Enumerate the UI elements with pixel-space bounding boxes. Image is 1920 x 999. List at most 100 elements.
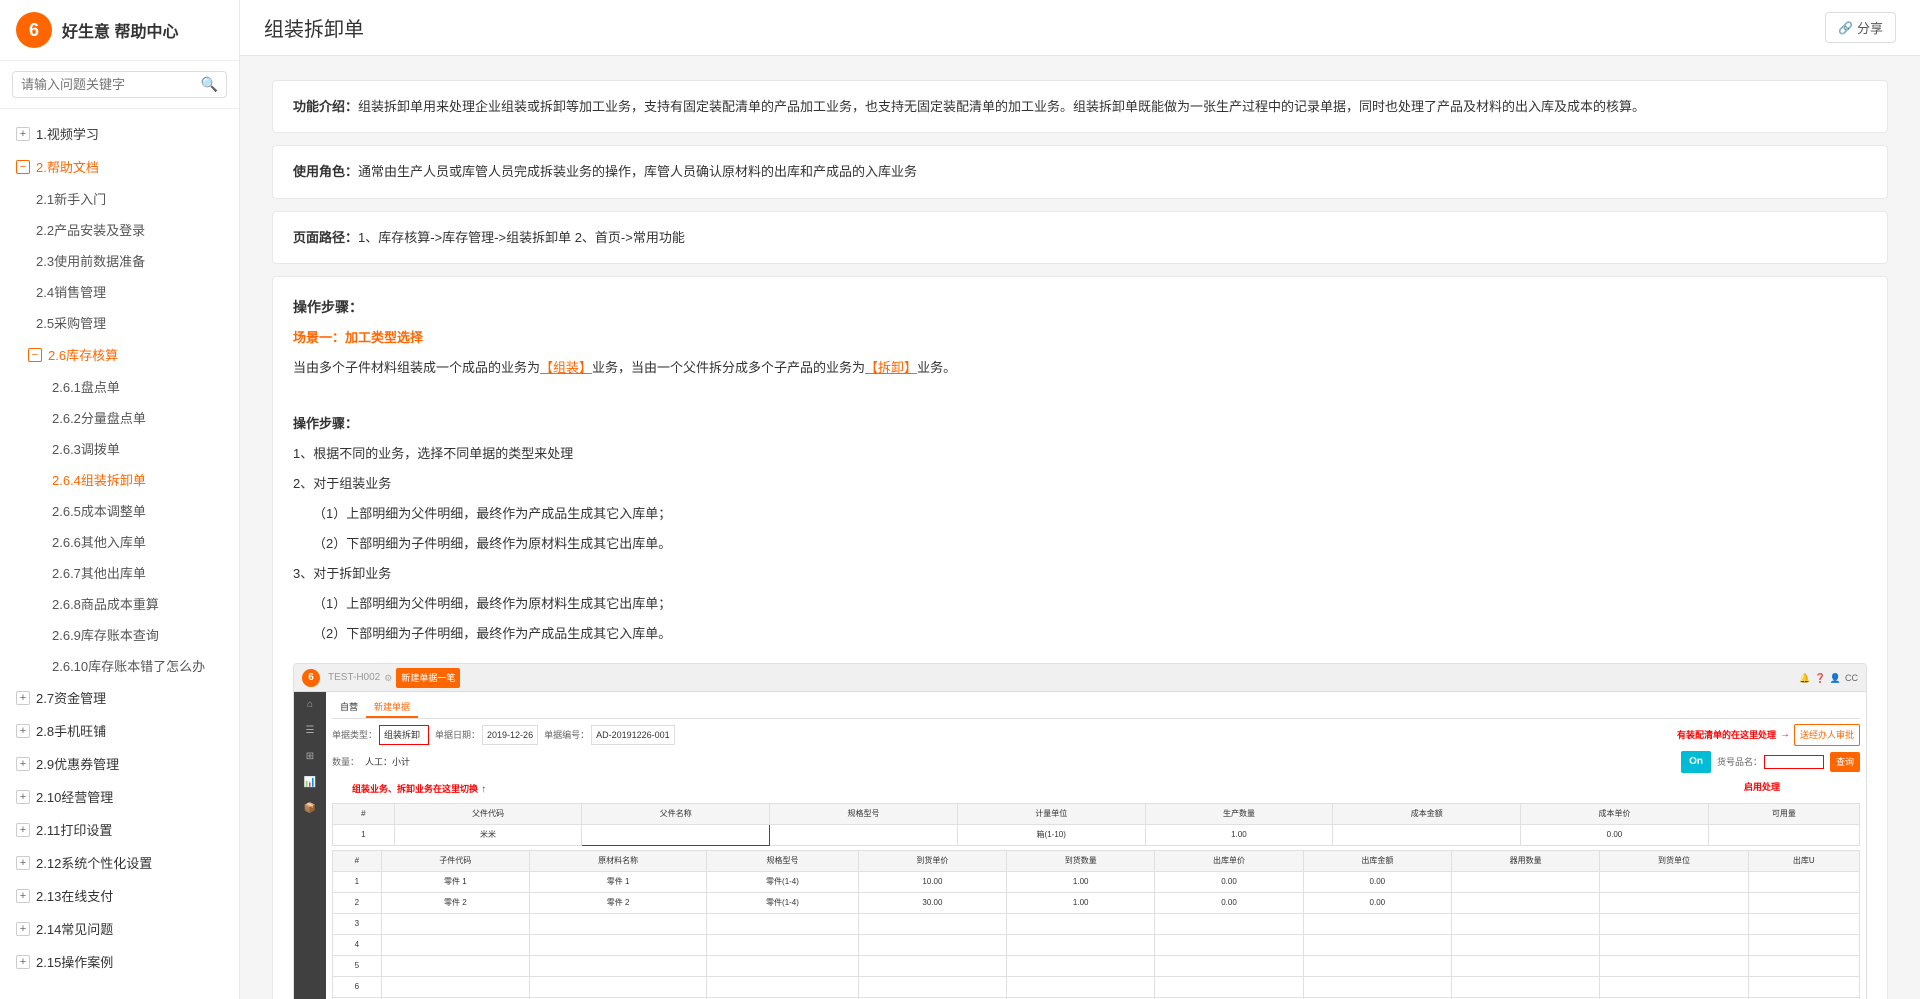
sidebar-item-count[interactable]: 2.6.1盘点单 xyxy=(0,371,239,402)
mock-new-btn: 新建单据一笔 xyxy=(396,668,460,688)
expand-icon-payment: + xyxy=(16,889,30,903)
sidebar-item-fund[interactable]: + 2.7资金管理 xyxy=(0,681,239,714)
mock-lower-row1: 1 零件 1 零件 1 零件(1-4) 10.00 1.00 0.00 0.00 xyxy=(333,872,1860,893)
sidebar-item-error[interactable]: 2.6.10库存账本错了怎么办 xyxy=(0,650,239,681)
mock-th-parent-name: 父件名称 xyxy=(582,804,770,825)
sidebar-item-faq[interactable]: + 2.14常见问题 xyxy=(0,912,239,945)
sidebar-item-data-prep[interactable]: 2.3使用前数据准备 xyxy=(0,245,239,276)
sidebar-item-cost-adjust[interactable]: 2.6.5成本调整单 xyxy=(0,495,239,526)
share-button[interactable]: 🔗 分享 xyxy=(1825,12,1896,43)
sidebar-item-video[interactable]: + 1.视频学习 xyxy=(0,117,239,150)
mock-annotation3-text: 启用处理 xyxy=(1744,778,1780,796)
expand-icon-ops: + xyxy=(16,790,30,804)
mock-browser-topbar: 6 TEST-H002 ⚙ 新建单据一笔 🔔 ❓ 👤 CC xyxy=(294,664,1866,692)
mock-browser-logo: 6 xyxy=(302,669,320,687)
app-logo-icon: 6 xyxy=(16,12,52,48)
mock-th-unit: 计量单位 xyxy=(957,804,1145,825)
mock-annotation2-text: 组装业务、拆卸业务在这里切换 xyxy=(332,784,478,794)
expand-icon-custom: + xyxy=(16,856,30,870)
mock-date-value: 2019-12-26 xyxy=(482,725,538,745)
sidebar-item-coupon[interactable]: + 2.9优惠券管理 xyxy=(0,747,239,780)
content-area: 功能介绍：组装拆卸单用来处理企业组装或拆卸等加工业务，支持有固定装配清单的产品加… xyxy=(240,56,1920,999)
mock-th-spec: 规格型号 xyxy=(770,804,958,825)
step2-sub2: （2）下部明细为子件明细，最终作为原材料生成其它出库单。 xyxy=(293,531,1867,557)
search-box: 🔍 xyxy=(0,61,239,109)
mock-lower-row4: 4 xyxy=(333,935,1860,956)
sidebar-item-print[interactable]: + 2.11打印设置 xyxy=(0,813,239,846)
mock-lth-arrival-unit: 到货单位 xyxy=(1600,851,1748,872)
mock-upper-cell-cost xyxy=(1333,825,1521,846)
expand-icon-faq: + xyxy=(16,922,30,936)
mock-upper-cell-name xyxy=(582,825,770,846)
mock-annotation1-area: 有装配清单的在这里处理 → 送经办人审批 xyxy=(1677,724,1860,746)
mock-app-content: ⌂ ☰ ⊞ 📊 📦 自营 新建单据 xyxy=(294,692,1866,999)
step3: 3、对于拆卸业务 xyxy=(293,561,1867,587)
mock-lower-row2: 2 零件 2 零件 2 零件(1-4) 30.00 1.00 0.00 0.00 xyxy=(333,893,1860,914)
sidebar-item-case[interactable]: + 2.15操作案例 xyxy=(0,945,239,978)
nav-tree: + 1.视频学习 − 2.帮助文档 2.1新手入门 2.2产品安装及登录 2.3… xyxy=(0,109,239,999)
sidebar-item-split-count[interactable]: 2.6.2分量盘点单 xyxy=(0,402,239,433)
sidebar-item-mobile[interactable]: + 2.8手机旺铺 xyxy=(0,714,239,747)
mock-lth-arrival-qty: 到货数量 xyxy=(1007,851,1155,872)
mock-lth-child-code: 子件代码 xyxy=(381,851,529,872)
mock-upper-cell-cprice: 0.00 xyxy=(1521,825,1709,846)
search-icon[interactable]: 🔍 xyxy=(201,76,218,93)
sidebar-item-docs[interactable]: − 2.帮助文档 xyxy=(0,150,239,183)
step3-sub2: （2）下部明细为子件明细，最终作为产成品生成其它入库单。 xyxy=(293,621,1867,647)
mock-topbar-right: 🔔 ❓ 👤 CC xyxy=(1799,669,1858,687)
operations-block: 操作步骤： 场景一：加工类型选择 当由多个子件材料组装成一个成品的业务为【组装】… xyxy=(272,276,1888,999)
expand-icon: + xyxy=(16,127,30,141)
mock-th-prod-qty: 生产数量 xyxy=(1145,804,1333,825)
on-badge: On xyxy=(1681,751,1711,773)
mock-form-row2: 数量： 人工：小计 On 货号品名： 查询 xyxy=(332,751,1860,773)
mock-th-available: 可用量 xyxy=(1708,804,1859,825)
mock-upper-cell-num: 1 xyxy=(333,825,395,846)
sidebar-item-payment[interactable]: + 2.13在线支付 xyxy=(0,879,239,912)
mock-upper-cell-code: 米米 xyxy=(394,825,582,846)
search-wrapper: 🔍 xyxy=(12,71,227,98)
sidebar-item-install[interactable]: 2.2产品安装及登录 xyxy=(0,214,239,245)
sidebar-item-newcomer[interactable]: 2.1新手入门 xyxy=(0,183,239,214)
sidebar-item-ops[interactable]: + 2.10经营管理 xyxy=(0,780,239,813)
role-block: 使用角色：通常由生产人员或库管人员完成拆装业务的操作，库管人员确认原材料的出库和… xyxy=(272,145,1888,198)
expand-icon-fund: + xyxy=(16,691,30,705)
mock-search-input xyxy=(1764,755,1824,769)
sidebar-item-custom[interactable]: + 2.12系统个性化设置 xyxy=(0,846,239,879)
scenario1-desc: 当由多个子件材料组装成一个成品的业务为【组装】业务，当由一个父件拆分成多个子产品… xyxy=(293,355,1867,381)
mock-form-row1: 单据类型： 组装拆卸 单据日期： 2019-12-26 单据编号： AD-201… xyxy=(332,724,1860,746)
expand-icon-case: + xyxy=(16,955,30,969)
sidebar-item-assembly[interactable]: 2.6.4组装拆卸单 xyxy=(0,464,239,495)
sidebar-item-inv-check[interactable]: 2.6.9库存账本查询 xyxy=(0,619,239,650)
sidebar-item-other-out[interactable]: 2.6.7其他出库单 xyxy=(0,557,239,588)
sidebar-item-transfer[interactable]: 2.6.3调拨单 xyxy=(0,433,239,464)
ops-steps-heading: 操作步骤： xyxy=(293,411,1867,437)
mock-sidebar-box-icon: 📦 xyxy=(294,796,326,822)
mock-th-num: # xyxy=(333,804,395,825)
mock-search-field: 货号品名： xyxy=(1717,753,1824,771)
mock-lower-row3: 3 xyxy=(333,914,1860,935)
sidebar-item-inventory[interactable]: − 2.6库存核算 xyxy=(0,338,239,371)
mock-user-icon: 👤 xyxy=(1830,669,1841,687)
sidebar: 6 好生意 帮助中心 🔍 + 1.视频学习 − 2.帮助文档 2.1新手入门 2… xyxy=(0,0,240,999)
search-input[interactable] xyxy=(21,77,201,92)
screenshot-container: 6 TEST-H002 ⚙ 新建单据一笔 🔔 ❓ 👤 CC xyxy=(293,663,1867,999)
mock-app-sidebar: ⌂ ☰ ⊞ 📊 📦 xyxy=(294,692,326,999)
sidebar-item-purchase[interactable]: 2.5采购管理 xyxy=(0,307,239,338)
mock-upper-cell-unit: 箱(1-10) xyxy=(957,825,1145,846)
mock-type-label: 单据类型： xyxy=(332,726,377,744)
mock-nav-tabs: 自营 新建单据 xyxy=(332,698,1860,719)
sidebar-item-other-in[interactable]: 2.6.6其他入库单 xyxy=(0,526,239,557)
sidebar-item-sales[interactable]: 2.4销售管理 xyxy=(0,276,239,307)
mock-th-parent-code: 父件代码 xyxy=(394,804,582,825)
app-name: 好生意 帮助中心 xyxy=(62,18,178,42)
mock-date-label: 单据日期： xyxy=(435,726,480,744)
mock-sidebar-grid-icon: ⊞ xyxy=(294,744,326,770)
mock-upper-row1: 1 米米 箱(1-10) 1.00 0.00 xyxy=(333,825,1860,846)
path-text: 1、库存核算->库存管理->组装拆卸单 2、首页->常用功能 xyxy=(358,230,685,245)
mock-sidebar-list-icon: ☰ xyxy=(294,718,326,744)
mock-type-value: 组装拆卸 xyxy=(379,725,429,745)
role-text: 通常由生产人员或库管人员完成拆装业务的操作，库管人员确认原材料的出库和产成品的入… xyxy=(358,164,917,179)
sidebar-header: 6 好生意 帮助中心 xyxy=(0,0,239,61)
sidebar-item-cost-calc[interactable]: 2.6.8商品成本重算 xyxy=(0,588,239,619)
intro-label: 功能介绍： xyxy=(293,99,358,114)
